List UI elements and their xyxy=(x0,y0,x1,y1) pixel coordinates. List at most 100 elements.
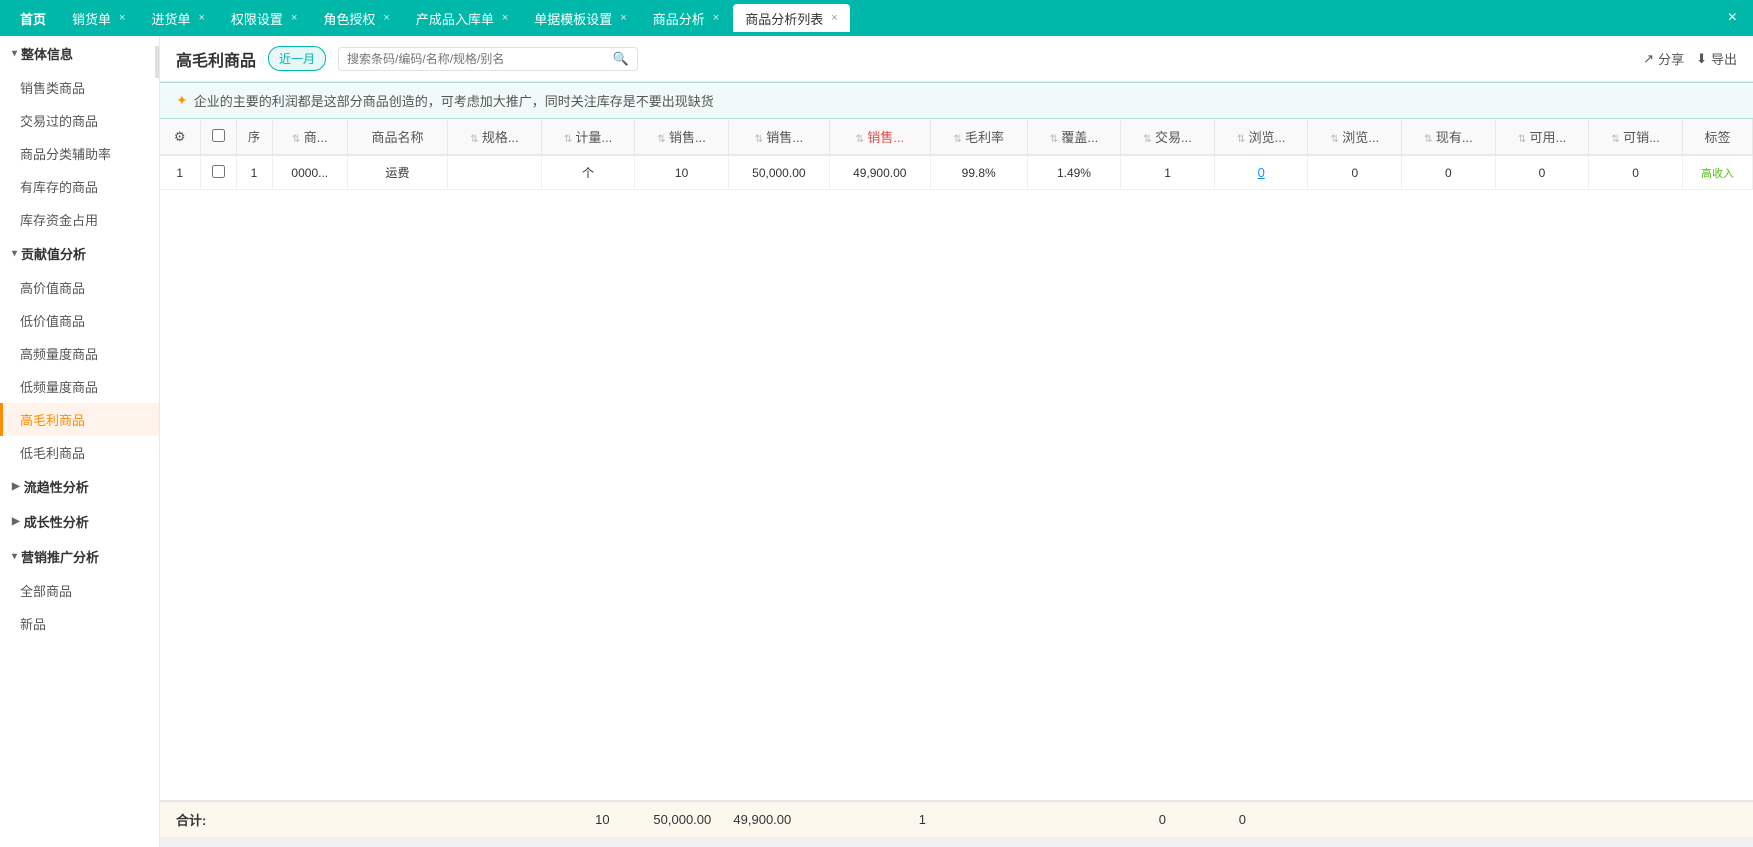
col-spec: ⇅ 规格... xyxy=(448,119,542,155)
table-row: 1 1 0000... 运费 个 10 50,000.00 49,900.00 … xyxy=(160,155,1753,190)
sort-icon-available[interactable]: ⇅ xyxy=(1518,134,1526,145)
cell-sales-amount: 50,000.00 xyxy=(728,155,829,190)
col-available: ⇅ 可用... xyxy=(1495,119,1589,155)
sidebar-item-stock-occupy[interactable]: 库存资金占用 xyxy=(0,203,159,236)
search-input[interactable] xyxy=(347,52,609,66)
footer-cells: 10 50,000.00 49,900.00 1 0 0 xyxy=(222,812,1737,827)
content-header: 高毛利商品 近一月 🔍 ↗ 分享 ⬇ 导出 xyxy=(160,36,1753,82)
tab-role[interactable]: 角色授权 × xyxy=(311,4,401,32)
sidebar-item-high-value[interactable]: 高价值商品 xyxy=(0,271,159,304)
sidebar-item-high-freq[interactable]: 高频量度商品 xyxy=(0,337,159,370)
sort-icon-unit[interactable]: ⇅ xyxy=(564,134,572,145)
cell-browse1[interactable]: 0 xyxy=(1214,155,1308,190)
sidebar-item-all-goods[interactable]: 全部商品 xyxy=(0,574,159,607)
export-button[interactable]: ⬇ 导出 xyxy=(1696,49,1737,68)
sidebar-group-growth[interactable]: ▶ 成长性分析 xyxy=(0,504,159,539)
tab-purchase[interactable]: 进货单 × xyxy=(139,4,216,32)
top-nav: 首页 销货单 × 进货单 × 权限设置 × 角色授权 × 产成品入库单 × 单据… xyxy=(0,0,1753,36)
info-tip-text: 企业的主要的利润都是这部分商品创造的，可考虑加大推广，同时关注库存是不要出现缺货 xyxy=(194,91,714,110)
sort-icon-code[interactable]: ⇅ xyxy=(292,134,300,145)
arrow-trend: ▶ xyxy=(12,481,20,492)
col-unit: ⇅ 计量... xyxy=(541,119,635,155)
sidebar-item-low-margin[interactable]: 低毛利商品 xyxy=(0,436,159,469)
cell-seq2: 1 xyxy=(236,155,272,190)
sidebar-item-low-value[interactable]: 低价值商品 xyxy=(0,304,159,337)
sidebar-item-low-freq[interactable]: 低频量度商品 xyxy=(0,370,159,403)
sort-icon-amount[interactable]: ⇅ xyxy=(755,134,763,145)
cell-check[interactable] xyxy=(200,155,236,190)
cell-browse2: 0 xyxy=(1308,155,1402,190)
tab-goods-analysis-list[interactable]: 商品分析列表 × xyxy=(733,4,849,32)
goods-table: ⚙ 序 ⇅ 商... 商品名称 xyxy=(160,119,1753,190)
close-tab-sales[interactable]: × xyxy=(119,12,125,24)
sidebar-item-sales-goods[interactable]: 销售类商品 xyxy=(0,71,159,104)
sidebar-group-marketing[interactable]: ▾ 营销推广分析 xyxy=(0,539,159,574)
sidebar-item-traded-goods[interactable]: 交易过的商品 xyxy=(0,104,159,137)
sidebar-item-high-margin[interactable]: 高毛利商品 xyxy=(0,403,159,436)
tab-goods-analysis[interactable]: 商品分析 × xyxy=(641,4,731,32)
sort-icon-trade[interactable]: ⇅ xyxy=(1143,134,1151,145)
col-margin-rate: ⇅ 毛利率 xyxy=(930,119,1027,155)
search-box: 🔍 xyxy=(338,47,638,71)
select-all-checkbox[interactable] xyxy=(212,129,225,142)
table-wrapper[interactable]: ⚙ 序 ⇅ 商... 商品名称 xyxy=(160,119,1753,800)
sort-icon-stock[interactable]: ⇅ xyxy=(1424,134,1432,145)
close-tab-permission[interactable]: × xyxy=(291,12,297,24)
sidebar-group-trend[interactable]: ▶ 流趋性分析 xyxy=(0,469,159,504)
tab-home[interactable]: 首页 xyxy=(8,4,58,32)
footer-available: 0 xyxy=(1202,812,1282,827)
sort-icon-browse1[interactable]: ⇅ xyxy=(1237,134,1245,145)
col-name: 商品名称 xyxy=(348,119,448,155)
sidebar-item-goods-assist[interactable]: 商品分类辅助率 xyxy=(0,137,159,170)
sort-icon-browse2[interactable]: ⇅ xyxy=(1331,134,1339,145)
close-tab-purchase[interactable]: × xyxy=(198,12,204,24)
filter-recent-month[interactable]: 近一月 xyxy=(268,46,326,71)
sort-icon-qty[interactable]: ⇅ xyxy=(657,134,665,145)
share-button[interactable]: ↗ 分享 xyxy=(1643,49,1684,68)
col-browse1: ⇅ 浏览... xyxy=(1214,119,1308,155)
close-tab-goods-analysis[interactable]: × xyxy=(713,12,719,24)
footer-sales-amount: 50,000.00 xyxy=(642,812,722,827)
close-all-tabs[interactable]: × xyxy=(1720,9,1745,27)
arrow-overall: ▾ xyxy=(12,48,17,59)
horizontal-scrollbar[interactable] xyxy=(160,837,1753,847)
cell-sales-cost: 49,900.00 xyxy=(829,155,930,190)
sort-icon-cost[interactable]: ⇅ xyxy=(855,134,863,145)
arrow-growth: ▶ xyxy=(12,516,20,527)
sidebar: « ▾ 整体信息 销售类商品 交易过的商品 商品分类辅助率 有库存的商品 库存资… xyxy=(0,36,160,847)
tab-permission[interactable]: 权限设置 × xyxy=(219,4,309,32)
sidebar-group-overall[interactable]: ▾ 整体信息 xyxy=(0,36,159,71)
col-tag: 标签 xyxy=(1682,119,1752,155)
cell-seq: 1 xyxy=(160,155,200,190)
col-browse2: ⇅ 浏览... xyxy=(1308,119,1402,155)
close-tab-goods-analysis-list[interactable]: × xyxy=(831,12,837,24)
sort-icon-coverage[interactable]: ⇅ xyxy=(1050,134,1058,145)
sort-icon-margin[interactable]: ⇅ xyxy=(953,134,961,145)
page-title: 高毛利商品 xyxy=(176,47,256,71)
sidebar-collapse-button[interactable]: « xyxy=(155,46,160,78)
col-current-stock: ⇅ 现有... xyxy=(1402,119,1496,155)
close-tab-template[interactable]: × xyxy=(620,12,626,24)
footer-spacer3 xyxy=(502,812,562,827)
search-icon[interactable]: 🔍 xyxy=(613,51,629,67)
main-layout: « ▾ 整体信息 销售类商品 交易过的商品 商品分类辅助率 有库存的商品 库存资… xyxy=(0,36,1753,847)
footer-spacer2 xyxy=(422,812,502,827)
cell-tag: 高收入 xyxy=(1682,155,1752,190)
sidebar-item-in-stock[interactable]: 有库存的商品 xyxy=(0,170,159,203)
row-checkbox[interactable] xyxy=(212,165,225,178)
footer-browse1 xyxy=(962,812,1042,827)
tab-stock-in[interactable]: 产成品入库单 × xyxy=(404,4,520,32)
close-tab-stock-in[interactable]: × xyxy=(502,12,508,24)
cell-stock: 0 xyxy=(1402,155,1496,190)
sidebar-group-profit[interactable]: ▾ 贡献值分析 xyxy=(0,236,159,271)
cell-coverage: 1.49% xyxy=(1027,155,1121,190)
sidebar-item-new-goods[interactable]: 新品 xyxy=(0,607,159,640)
sort-icon-spec[interactable]: ⇅ xyxy=(470,134,478,145)
col-settings[interactable]: ⚙ xyxy=(160,119,200,155)
share-icon: ↗ xyxy=(1643,51,1654,67)
tab-sales[interactable]: 销货单 × xyxy=(60,4,137,32)
sort-icon-sellable[interactable]: ⇅ xyxy=(1611,134,1619,145)
tab-template[interactable]: 单据模板设置 × xyxy=(522,4,638,32)
close-tab-role[interactable]: × xyxy=(383,12,389,24)
settings-icon[interactable]: ⚙ xyxy=(174,129,186,144)
